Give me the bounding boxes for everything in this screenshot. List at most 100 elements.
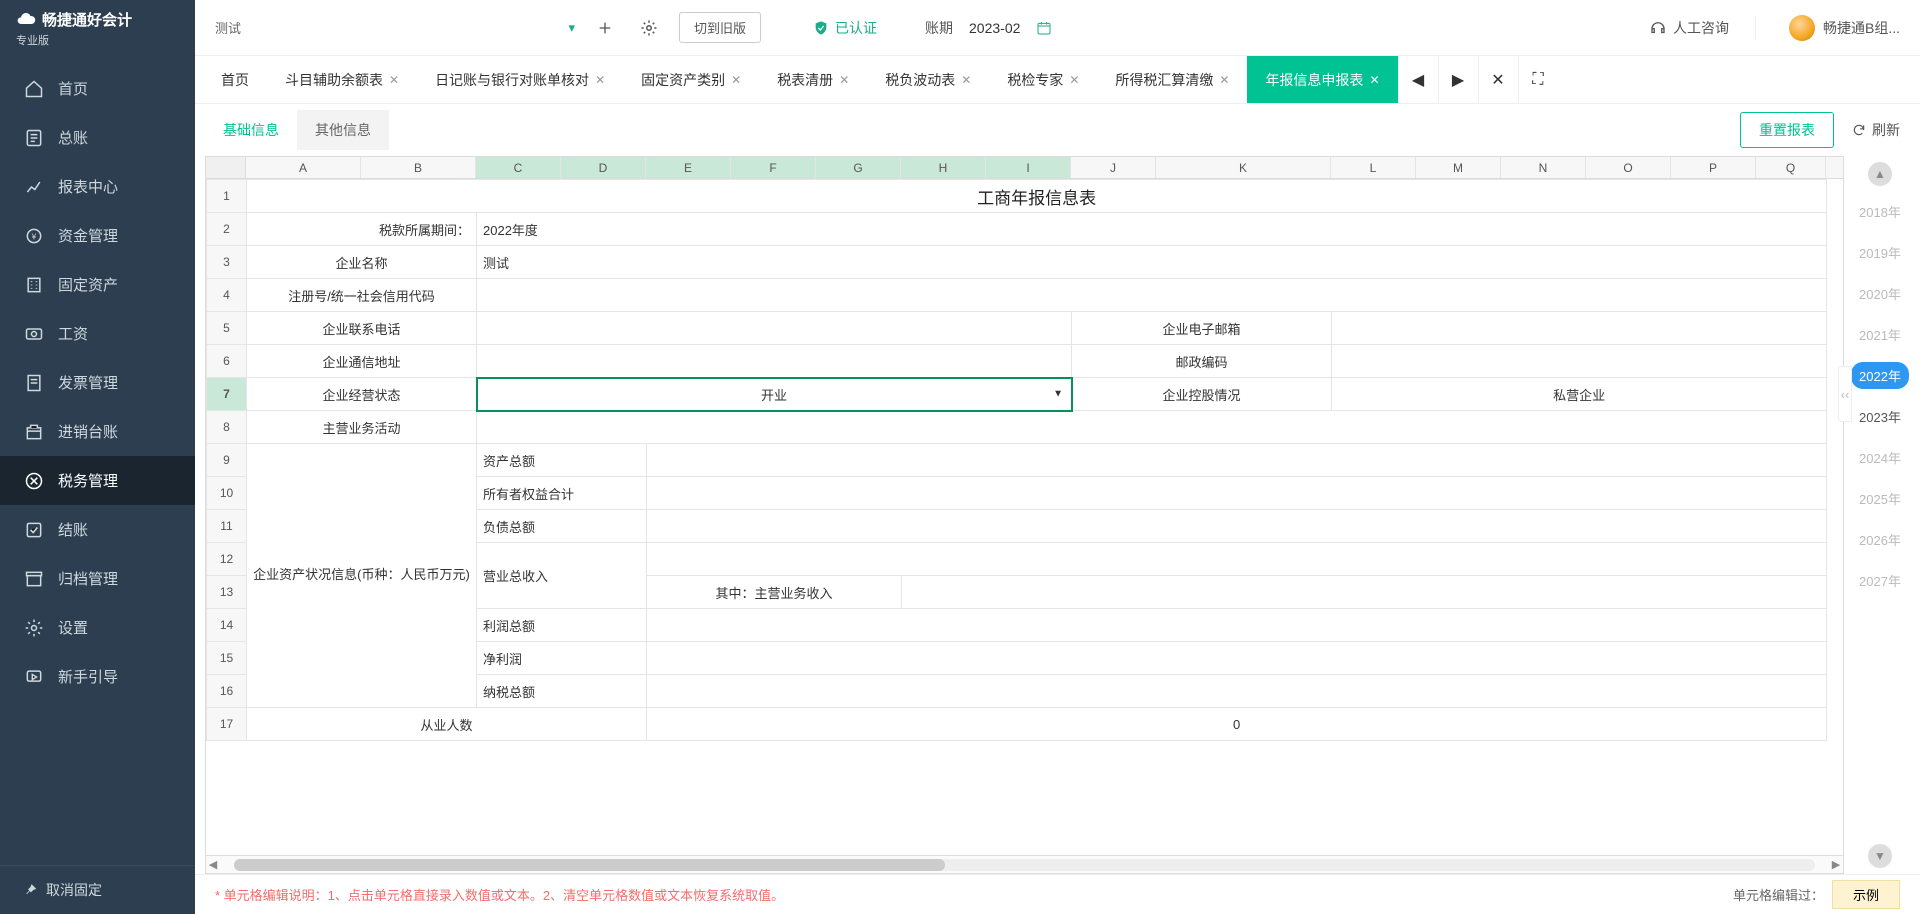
nav-item-chart[interactable]: 报表中心 xyxy=(0,162,195,211)
close-icon[interactable]: ✕ xyxy=(961,73,971,87)
asset-row-value[interactable] xyxy=(647,444,1827,477)
address-value[interactable] xyxy=(477,345,1072,378)
postcode-value[interactable] xyxy=(1332,345,1827,378)
tab-scroll-right[interactable]: ▶ xyxy=(1438,56,1478,103)
year-2021年[interactable]: 2021年 xyxy=(1851,321,1909,348)
period-value[interactable]: 2023-02 xyxy=(969,20,1020,36)
year-2022年[interactable]: 2022年 xyxy=(1851,362,1909,389)
nav-item-money[interactable]: ¥资金管理 xyxy=(0,211,195,260)
asset-row-value[interactable] xyxy=(647,609,1827,642)
add-button[interactable] xyxy=(591,14,619,42)
nav-item-payroll[interactable]: 工资 xyxy=(0,309,195,358)
year-2024年[interactable]: 2024年 xyxy=(1851,444,1909,471)
subtab-1[interactable]: 其他信息 xyxy=(297,110,389,150)
subtab-0[interactable]: 基础信息 xyxy=(205,110,297,150)
horizontal-scrollbar[interactable]: ◀ ▶ xyxy=(206,855,1843,873)
tab-7[interactable]: 所得税汇算清缴✕ xyxy=(1097,56,1247,103)
col-header-F[interactable]: F xyxy=(731,157,816,178)
spreadsheet[interactable]: ABCDEFGHIJKLMNOPQ 1工商年报信息表2税款所属期间：2022年度… xyxy=(205,156,1844,874)
holding-value[interactable]: 私营企业 xyxy=(1332,378,1827,411)
refresh-button[interactable]: 刷新 xyxy=(1852,120,1900,140)
nav-item-closing[interactable]: 结账 xyxy=(0,505,195,554)
grid[interactable]: 1工商年报信息表2税款所属期间：2022年度3企业名称测试4注册号/统一社会信用… xyxy=(206,179,1843,855)
sub-revenue-value[interactable] xyxy=(902,576,1827,609)
col-header-O[interactable]: O xyxy=(1586,157,1671,178)
year-2026年[interactable]: 2026年 xyxy=(1851,526,1909,553)
nav-item-home[interactable]: 首页 xyxy=(0,64,195,113)
asset-row-value[interactable] xyxy=(647,543,1827,576)
year-up-button[interactable]: ▲ xyxy=(1868,162,1892,186)
asset-row-value[interactable] xyxy=(647,477,1827,510)
email-value[interactable] xyxy=(1332,312,1827,345)
close-icon[interactable]: ✕ xyxy=(731,73,741,87)
tab-2[interactable]: 日记账与银行对账单核对✕ xyxy=(417,56,623,103)
biz-status-dropdown[interactable]: 开业▼ xyxy=(477,378,1072,411)
reset-report-button[interactable]: 重置报表 xyxy=(1740,112,1834,148)
year-2020年[interactable]: 2020年 xyxy=(1851,280,1909,307)
tab-fullscreen[interactable]: ⛶ xyxy=(1518,56,1558,103)
tab-4[interactable]: 税表清册✕ xyxy=(759,56,867,103)
calendar-icon[interactable] xyxy=(1036,20,1052,36)
col-header-D[interactable]: D xyxy=(561,157,646,178)
col-header-J[interactable]: J xyxy=(1071,157,1156,178)
tab-5[interactable]: 税负波动表✕ xyxy=(867,56,989,103)
asset-row-value[interactable] xyxy=(647,510,1827,543)
asset-row-value[interactable] xyxy=(647,675,1827,708)
close-icon[interactable]: ✕ xyxy=(1369,73,1379,87)
tab-1[interactable]: 斗目辅助余额表✕ xyxy=(267,56,417,103)
rail-collapse-handle[interactable]: ‹‹ xyxy=(1838,366,1852,422)
tab-6[interactable]: 税检专家✕ xyxy=(989,56,1097,103)
select-all-corner[interactable] xyxy=(206,157,246,178)
close-icon[interactable]: ✕ xyxy=(1219,73,1229,87)
employee-count-value[interactable]: 0 xyxy=(647,708,1827,741)
switch-old-version-button[interactable]: 切到旧版 xyxy=(679,12,761,43)
scroll-left-icon[interactable]: ◀ xyxy=(206,858,220,871)
account-selector[interactable]: 测试 ▾ xyxy=(215,14,575,41)
tab-3[interactable]: 固定资产类别✕ xyxy=(623,56,759,103)
nav-item-tax[interactable]: 税务管理 xyxy=(0,456,195,505)
col-header-M[interactable]: M xyxy=(1416,157,1501,178)
settings-icon[interactable] xyxy=(635,14,663,42)
tab-scroll-left[interactable]: ◀ xyxy=(1398,56,1438,103)
col-header-N[interactable]: N xyxy=(1501,157,1586,178)
col-header-I[interactable]: I xyxy=(986,157,1071,178)
close-icon[interactable]: ✕ xyxy=(1069,73,1079,87)
nav-item-guide[interactable]: 新手引导 xyxy=(0,652,195,701)
nav-item-ledger[interactable]: 总账 xyxy=(0,113,195,162)
col-header-L[interactable]: L xyxy=(1331,157,1416,178)
nav-item-invoice[interactable]: 发票管理 xyxy=(0,358,195,407)
phone-value[interactable] xyxy=(477,312,1072,345)
nav-item-building[interactable]: 固定资产 xyxy=(0,260,195,309)
nav-item-archive[interactable]: 归档管理 xyxy=(0,554,195,603)
tab-close-all[interactable]: ✕ xyxy=(1478,56,1518,103)
close-icon[interactable]: ✕ xyxy=(839,73,849,87)
col-header-B[interactable]: B xyxy=(361,157,476,178)
asset-row-value[interactable] xyxy=(647,642,1827,675)
col-header-P[interactable]: P xyxy=(1671,157,1756,178)
col-header-Q[interactable]: Q xyxy=(1756,157,1826,178)
col-header-E[interactable]: E xyxy=(646,157,731,178)
year-2019年[interactable]: 2019年 xyxy=(1851,239,1909,266)
tab-0[interactable]: 首页 xyxy=(203,56,267,103)
year-2018年[interactable]: 2018年 xyxy=(1851,198,1909,225)
close-icon[interactable]: ✕ xyxy=(595,73,605,87)
period-value[interactable]: 2022年度 xyxy=(477,213,1827,246)
col-header-G[interactable]: G xyxy=(816,157,901,178)
main-biz-value[interactable] xyxy=(477,411,1827,444)
col-header-K[interactable]: K xyxy=(1156,157,1331,178)
col-header-H[interactable]: H xyxy=(901,157,986,178)
pin-toggle[interactable]: 取消固定 xyxy=(0,865,195,914)
tab-8[interactable]: 年报信息申报表✕ xyxy=(1247,56,1397,103)
year-2023年[interactable]: 2023年 xyxy=(1851,403,1909,430)
close-icon[interactable]: ✕ xyxy=(389,73,399,87)
col-header-A[interactable]: A xyxy=(246,157,361,178)
company-name-value[interactable]: 测试 xyxy=(477,246,1827,279)
support-button[interactable]: 人工咨询 xyxy=(1649,18,1729,38)
nav-item-inventory[interactable]: 进销台账 xyxy=(0,407,195,456)
year-2027年[interactable]: 2027年 xyxy=(1851,567,1909,594)
user-menu[interactable]: 畅捷通B组... xyxy=(1789,15,1900,41)
reg-code-value[interactable] xyxy=(477,279,1827,312)
col-header-C[interactable]: C xyxy=(476,157,561,178)
nav-item-settings[interactable]: 设置 xyxy=(0,603,195,652)
year-2025年[interactable]: 2025年 xyxy=(1851,485,1909,512)
